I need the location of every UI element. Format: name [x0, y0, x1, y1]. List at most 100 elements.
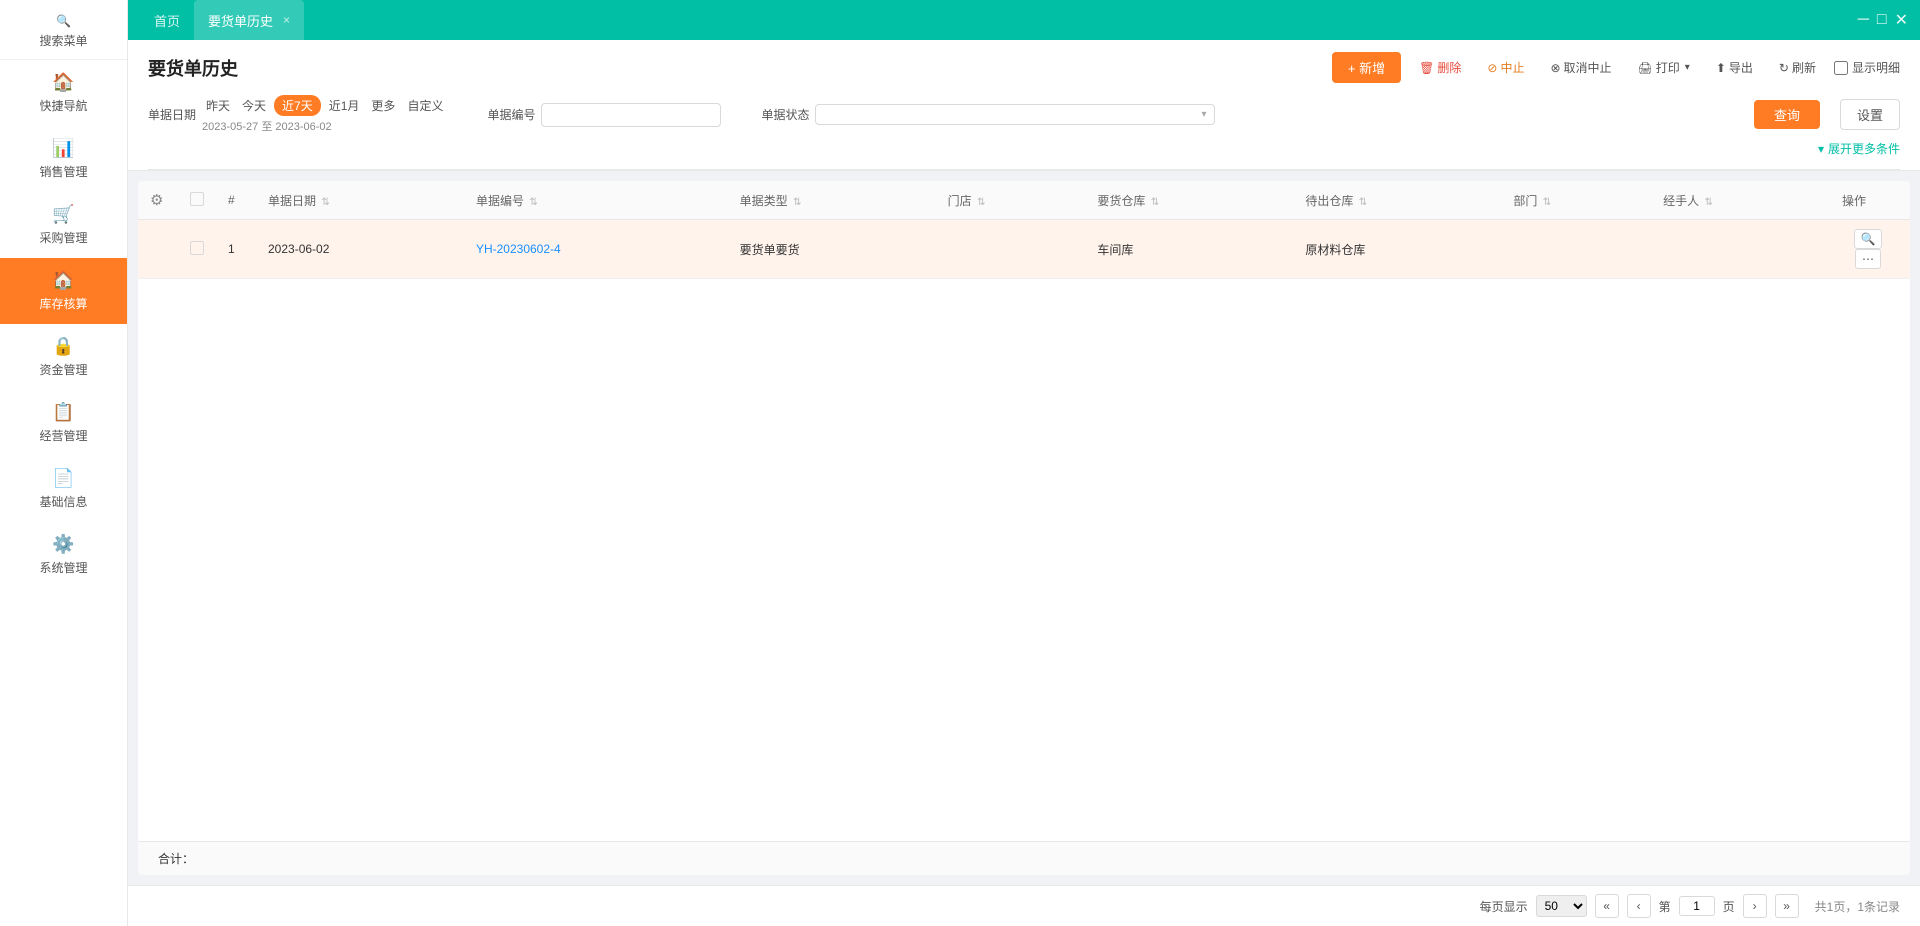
sidebar-item-quick-nav[interactable]: 🏠 快捷导航: [0, 60, 127, 126]
cancel-stop-button[interactable]: ⊗ 取消中止: [1542, 55, 1619, 80]
window-minimize-icon[interactable]: ─: [1858, 11, 1869, 29]
tab-home[interactable]: 首页: [140, 0, 194, 40]
display-detail-checkbox[interactable]: [1834, 61, 1848, 75]
sidebar-item-inventory[interactable]: 🏠 库存核算: [0, 258, 127, 324]
date-btn-custom[interactable]: 自定义: [403, 95, 447, 116]
col-handler[interactable]: 经手人 ⇅: [1651, 181, 1830, 220]
home-icon: 🏠: [52, 72, 74, 93]
filter-area: 单据日期 昨天 今天 近7天 近1月 更多 自定义 2023-05-27 至 2…: [148, 95, 1900, 170]
delete-button[interactable]: 🗑 删除: [1411, 55, 1469, 80]
docno-filter: 单据编号: [487, 103, 721, 127]
date-btn-1month[interactable]: 近1月: [325, 95, 364, 116]
sidebar: 🔍 搜索菜单 🏠 快捷导航 📊 销售管理 🛒 采购管理 🏠 库存核算 🔒 资金管…: [0, 0, 128, 926]
col-pending-warehouse[interactable]: 待出仓库 ⇅: [1293, 181, 1501, 220]
window-maximize-icon[interactable]: □: [1877, 11, 1887, 29]
content-area: 要货单历史 + 新增 🗑 删除 ⊘ 中止 ⊗ 取消中止: [128, 40, 1920, 926]
date-quick-buttons: 昨天 今天 近7天 近1月 更多 自定义 2023-05-27 至 2023-0…: [202, 95, 447, 134]
docno-filter-label: 单据编号: [487, 106, 535, 123]
search-icon: 🔍: [56, 14, 71, 28]
row-doc-no: YH-20230602-4: [464, 220, 728, 279]
date-btn-today[interactable]: 今天: [238, 95, 270, 116]
sidebar-item-search-menu[interactable]: 🔍 搜索菜单: [0, 0, 127, 60]
row-more-button[interactable]: ⋯: [1855, 249, 1881, 269]
doc-no-link[interactable]: YH-20230602-4: [476, 242, 561, 256]
document-icon: 📄: [52, 468, 74, 489]
sort-store-icon: ⇅: [977, 197, 985, 208]
col-req-warehouse[interactable]: 要货仓库 ⇅: [1085, 181, 1293, 220]
row-actions: 🔍 ⋯: [1830, 220, 1910, 279]
sidebar-item-label: 基础信息: [39, 493, 87, 510]
col-doc-no-label: 单据编号: [476, 194, 524, 208]
building-icon: 🏠: [52, 270, 74, 291]
status-filter-label: 单据状态: [761, 106, 809, 123]
row-view-button[interactable]: 🔍: [1854, 229, 1883, 249]
page-title-row: 要货单历史 + 新增 🗑 删除 ⊘ 中止 ⊗ 取消中止: [148, 52, 1900, 83]
export-button[interactable]: ⬆ 导出: [1708, 55, 1761, 80]
pagination-prev-button[interactable]: ‹: [1627, 894, 1651, 918]
stop-icon: ⊘: [1487, 61, 1497, 75]
expand-more-button[interactable]: ▾ 展开更多条件: [1818, 140, 1900, 157]
row-checkbox-cell: [178, 220, 216, 279]
print-button[interactable]: 🖨 打印 ▾: [1630, 55, 1698, 80]
col-store-label: 门店: [948, 194, 972, 208]
tab-active[interactable]: 要货单历史 ×: [194, 0, 304, 40]
display-detail-toggle[interactable]: 显示明细: [1834, 59, 1900, 76]
sidebar-item-basic-info[interactable]: 📄 基础信息: [0, 456, 127, 522]
setting-button[interactable]: 设置: [1840, 99, 1900, 130]
delete-icon: 🗑: [1419, 61, 1434, 75]
data-table: ⚙ # 单据日期 ⇅ 单据编号: [138, 181, 1910, 279]
date-buttons-row: 昨天 今天 近7天 近1月 更多 自定义: [202, 95, 447, 116]
page-header: 要货单历史 + 新增 🗑 删除 ⊘ 中止 ⊗ 取消中止: [128, 40, 1920, 171]
sidebar-item-purchase[interactable]: 🛒 采购管理: [0, 192, 127, 258]
pagination-last-button[interactable]: »: [1775, 894, 1799, 918]
print-icon: 🖨: [1638, 61, 1653, 75]
sort-doc-no-icon: ⇅: [529, 197, 537, 208]
table-settings-icon[interactable]: ⚙: [150, 192, 163, 209]
col-doc-type[interactable]: 单据类型 ⇅: [728, 181, 936, 220]
export-icon: ⬆: [1716, 61, 1726, 75]
date-btn-more[interactable]: 更多: [367, 95, 399, 116]
row-pending-warehouse: 原材料仓库: [1293, 220, 1501, 279]
data-table-wrap: ⚙ # 单据日期 ⇅ 单据编号: [138, 181, 1910, 875]
sidebar-item-system[interactable]: ⚙️ 系统管理: [0, 522, 127, 588]
cancel-stop-icon: ⊗: [1550, 61, 1560, 75]
status-filter: 单据状态 ▾: [761, 104, 1734, 125]
sidebar-item-finance[interactable]: 🔒 资金管理: [0, 324, 127, 390]
page-size-select[interactable]: 50 100 200: [1536, 895, 1587, 917]
table-body: 1 2023-06-02 YH-20230602-4 要货单要货 车间库 原材料…: [138, 220, 1910, 279]
pagination-next-button[interactable]: ›: [1743, 894, 1767, 918]
sidebar-item-operations[interactable]: 📋 经营管理: [0, 390, 127, 456]
tab-home-label: 首页: [154, 11, 180, 30]
col-department[interactable]: 部门 ⇅: [1501, 181, 1651, 220]
row-store: [936, 220, 1086, 279]
docno-input[interactable]: [541, 103, 721, 127]
sidebar-item-sales[interactable]: 📊 销售管理: [0, 126, 127, 192]
row-checkbox[interactable]: [190, 241, 204, 255]
window-close-icon[interactable]: ✕: [1895, 10, 1908, 30]
footer-total-label: 合计：: [158, 850, 194, 867]
table-row[interactable]: 1 2023-06-02 YH-20230602-4 要货单要货 车间库 原材料…: [138, 220, 1910, 279]
col-doc-no[interactable]: 单据编号 ⇅: [464, 181, 728, 220]
tab-close-icon[interactable]: ×: [283, 13, 290, 27]
select-all-checkbox[interactable]: [190, 192, 204, 206]
date-btn-yesterday[interactable]: 昨天: [202, 95, 234, 116]
new-button[interactable]: + 新增: [1332, 52, 1401, 83]
header-row: ⚙ # 单据日期 ⇅ 单据编号: [138, 181, 1910, 220]
row-department: [1501, 220, 1651, 279]
pagination-bar: 每页显示 50 100 200 « ‹ 第 页 › » 共1页，1条记录: [128, 885, 1920, 926]
sort-doc-type-icon: ⇅: [793, 197, 801, 208]
pagination-page-input[interactable]: [1679, 896, 1715, 916]
tab-active-label: 要货单历史: [208, 11, 273, 30]
date-btn-7days[interactable]: 近7天: [274, 95, 321, 116]
stop-button[interactable]: ⊘ 中止: [1479, 55, 1532, 80]
col-store[interactable]: 门店 ⇅: [936, 181, 1086, 220]
pagination-total-info: 共1页，1条记录: [1815, 898, 1900, 915]
refresh-button[interactable]: ↻ 刷新: [1771, 55, 1824, 80]
date-filter-label: 单据日期: [148, 106, 196, 123]
query-button[interactable]: 查询: [1754, 100, 1820, 129]
status-select[interactable]: ▾: [815, 104, 1215, 125]
col-doc-type-label: 单据类型: [740, 194, 788, 208]
page-size-label: 每页显示: [1480, 898, 1528, 915]
pagination-first-button[interactable]: «: [1595, 894, 1619, 918]
col-doc-date[interactable]: 单据日期 ⇅: [256, 181, 464, 220]
